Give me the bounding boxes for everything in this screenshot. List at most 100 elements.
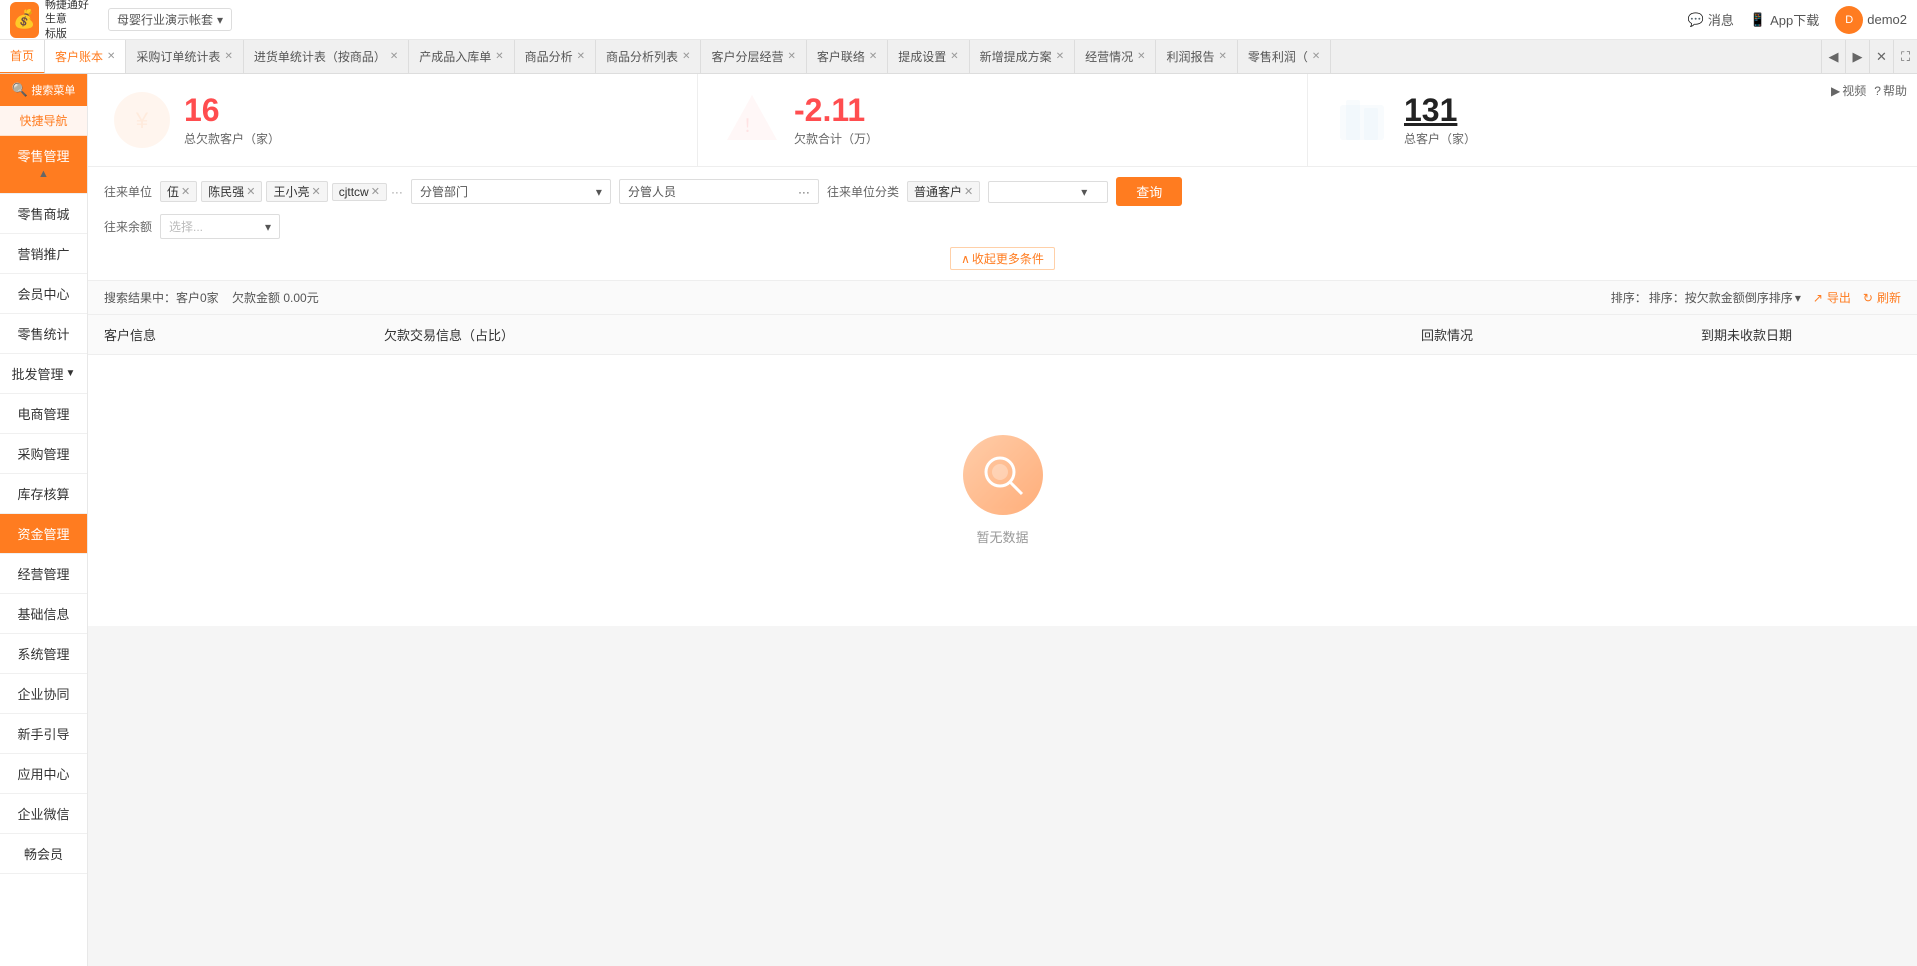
- sidebar-item-system[interactable]: 系统管理: [0, 634, 87, 674]
- remove-tag-chen[interactable]: ✕: [246, 185, 255, 198]
- filter-tag-wang: 王小亮 ✕: [266, 181, 327, 202]
- th-debt-info: 欠款交易信息（占比）: [384, 325, 1421, 344]
- sidebar-item-retail-mall[interactable]: 零售商城: [0, 194, 87, 234]
- close-icon[interactable]: ✕: [950, 51, 958, 62]
- stat-values-debt: -2.11 欠款合计（万）: [794, 94, 878, 147]
- stat-label-debt: 欠款合计（万）: [794, 130, 878, 147]
- sidebar-item-basic-info[interactable]: 基础信息: [0, 594, 87, 634]
- collapse-button[interactable]: ∧ 收起更多条件: [950, 247, 1055, 270]
- tab-close-all[interactable]: ✕: [1869, 40, 1893, 74]
- stat-values-customers: 131 总客户（家）: [1404, 94, 1476, 147]
- sidebar-item-inventory[interactable]: 库存核算: [0, 474, 87, 514]
- filter-balance-label: 往来余额: [104, 218, 152, 235]
- filter-category-dropdown[interactable]: ▾: [988, 181, 1108, 203]
- th-customer-info: 客户信息: [104, 325, 384, 344]
- stat-label-customers: 总客户（家）: [1404, 130, 1476, 147]
- tab-product-analysis-list[interactable]: 商品分析列表 ✕: [596, 40, 701, 74]
- stat-card-debt: ！ -2.11 欠款合计（万）: [698, 74, 1308, 166]
- tab-cost-in[interactable]: 产成品入库单 ✕: [409, 40, 514, 74]
- filter-category-tags: 普通客户 ✕: [907, 181, 980, 202]
- close-icon[interactable]: ✕: [577, 51, 585, 62]
- sort-select[interactable]: 排序： 排序：按欠款金额倒序排序 ▾: [1611, 289, 1801, 306]
- user-profile[interactable]: D demo2: [1835, 6, 1907, 34]
- tab-product-analysis[interactable]: 商品分析 ✕: [515, 40, 596, 74]
- table-wrap: 客户信息 欠款交易信息（占比） 回款情况 到期未收款日期 暂无数据: [88, 315, 1917, 626]
- tab-promotion-settings-label: 提成设置: [898, 48, 946, 65]
- chevron-down-icon: ▾: [217, 13, 223, 27]
- help-button[interactable]: ? 帮助: [1874, 82, 1907, 99]
- close-icon[interactable]: ✕: [787, 51, 795, 62]
- tab-maximize[interactable]: ⛶: [1893, 40, 1917, 74]
- close-icon[interactable]: ✕: [107, 51, 115, 62]
- close-icon[interactable]: ✕: [1137, 51, 1145, 62]
- sidebar-sub-arrow: ▲: [4, 165, 83, 183]
- sort-label: 排序：: [1611, 289, 1647, 306]
- phone-icon: 📱: [1750, 12, 1766, 28]
- refresh-button[interactable]: ↻ 刷新: [1863, 289, 1901, 306]
- sidebar-item-retail[interactable]: 零售管理 ▲: [0, 136, 87, 194]
- ellipsis-icon: ···: [798, 185, 810, 199]
- export-button[interactable]: ↗ 导出: [1813, 289, 1851, 306]
- filter-row-2: 往来余额 选择... ▾: [104, 214, 1901, 239]
- sidebar-item-wholesale[interactable]: 批发管理 ▼: [0, 354, 87, 394]
- close-icon[interactable]: ✕: [1056, 51, 1064, 62]
- sidebar-search[interactable]: 🔍 搜索菜单: [0, 74, 87, 106]
- tab-customer-contact[interactable]: 客户联络 ✕: [807, 40, 888, 74]
- refresh-icon: ↻: [1863, 291, 1873, 305]
- remove-tag-wang[interactable]: ✕: [312, 185, 321, 198]
- account-selector[interactable]: 母婴行业演示帐套 ▾: [108, 8, 232, 31]
- export-icon: ↗: [1813, 291, 1823, 305]
- tab-customer-seg[interactable]: 客户分层经营 ✕: [701, 40, 806, 74]
- sidebar-item-enterprise-wechat[interactable]: 企业微信: [0, 794, 87, 834]
- th-repayment: 回款情况: [1421, 325, 1701, 344]
- sidebar-item-app-center[interactable]: 应用中心: [0, 754, 87, 794]
- tab-instock-stat[interactable]: 进货单统计表（按商品） ✕: [244, 40, 409, 74]
- remove-tag-normal-customer[interactable]: ✕: [964, 185, 973, 198]
- close-icon[interactable]: ✕: [682, 51, 690, 62]
- sidebar-item-finance[interactable]: 资金管理: [0, 514, 87, 554]
- tab-new-promo[interactable]: 新增提成方案 ✕: [970, 40, 1075, 74]
- filter-more-btn[interactable]: ···: [391, 185, 403, 199]
- query-button[interactable]: 查询: [1116, 177, 1182, 206]
- close-icon[interactable]: ✕: [495, 51, 503, 62]
- sidebar-item-enterprise-coop[interactable]: 企业协同: [0, 674, 87, 714]
- sidebar-item-vip[interactable]: 畅会员: [0, 834, 87, 874]
- close-icon[interactable]: ✕: [390, 51, 398, 62]
- message-button[interactable]: 💬 消息: [1688, 10, 1734, 29]
- tab-profit-report[interactable]: 利润报告 ✕: [1156, 40, 1237, 74]
- close-icon[interactable]: ✕: [1312, 51, 1320, 62]
- tab-purchase-order[interactable]: 采购订单统计表 ✕: [126, 40, 243, 74]
- sidebar-item-ecommerce[interactable]: 电商管理: [0, 394, 87, 434]
- sidebar-item-purchase[interactable]: 采购管理: [0, 434, 87, 474]
- tab-scroll-right[interactable]: ▶: [1845, 40, 1869, 74]
- avatar: D: [1835, 6, 1863, 34]
- tab-retail-profit[interactable]: 零售利润（ ✕: [1238, 40, 1331, 74]
- filter-balance-select[interactable]: 选择... ▾: [160, 214, 280, 239]
- filter-dept-select[interactable]: 分管部门 ▾: [411, 179, 611, 204]
- app-download-button[interactable]: 📱 App下载: [1750, 10, 1819, 29]
- filter-unit-label: 往来单位: [104, 183, 152, 200]
- close-icon[interactable]: ✕: [1219, 51, 1227, 62]
- tab-instock-stat-label: 进货单统计表（按商品）: [254, 48, 386, 65]
- tab-operations[interactable]: 经营情况 ✕: [1075, 40, 1156, 74]
- filter-category-label: 往来单位分类: [827, 183, 899, 200]
- sidebar-item-member[interactable]: 会员中心: [0, 274, 87, 314]
- remove-tag-wu[interactable]: ✕: [181, 185, 190, 198]
- filter-person-select[interactable]: 分管人员 ···: [619, 179, 819, 204]
- sidebar-item-retail-stat[interactable]: 零售统计: [0, 314, 87, 354]
- sidebar-quick-nav[interactable]: 快捷导航: [0, 106, 87, 136]
- tab-ar[interactable]: 客户账本 ✕: [45, 40, 126, 74]
- tab-promotion-settings[interactable]: 提成设置 ✕: [888, 40, 969, 74]
- close-icon[interactable]: ✕: [869, 51, 877, 62]
- tab-scroll-left[interactable]: ◀: [1821, 40, 1845, 74]
- sidebar-item-operations-mgmt[interactable]: 经营管理: [0, 554, 87, 594]
- sidebar-item-marketing[interactable]: 营销推广: [0, 234, 87, 274]
- tab-home[interactable]: 首页: [0, 40, 45, 74]
- filter-row-1: 往来单位 伍 ✕ 陈民强 ✕ 王小亮 ✕ cjttcw: [104, 177, 1901, 206]
- video-button[interactable]: ▶ 视频: [1831, 82, 1866, 99]
- remove-tag-cjttcw[interactable]: ✕: [371, 185, 380, 198]
- close-icon[interactable]: ✕: [224, 51, 232, 62]
- sidebar-item-new-guide[interactable]: 新手引导: [0, 714, 87, 754]
- filter-tag-wu: 伍 ✕: [160, 181, 197, 202]
- tab-operations-label: 经营情况: [1085, 48, 1133, 65]
